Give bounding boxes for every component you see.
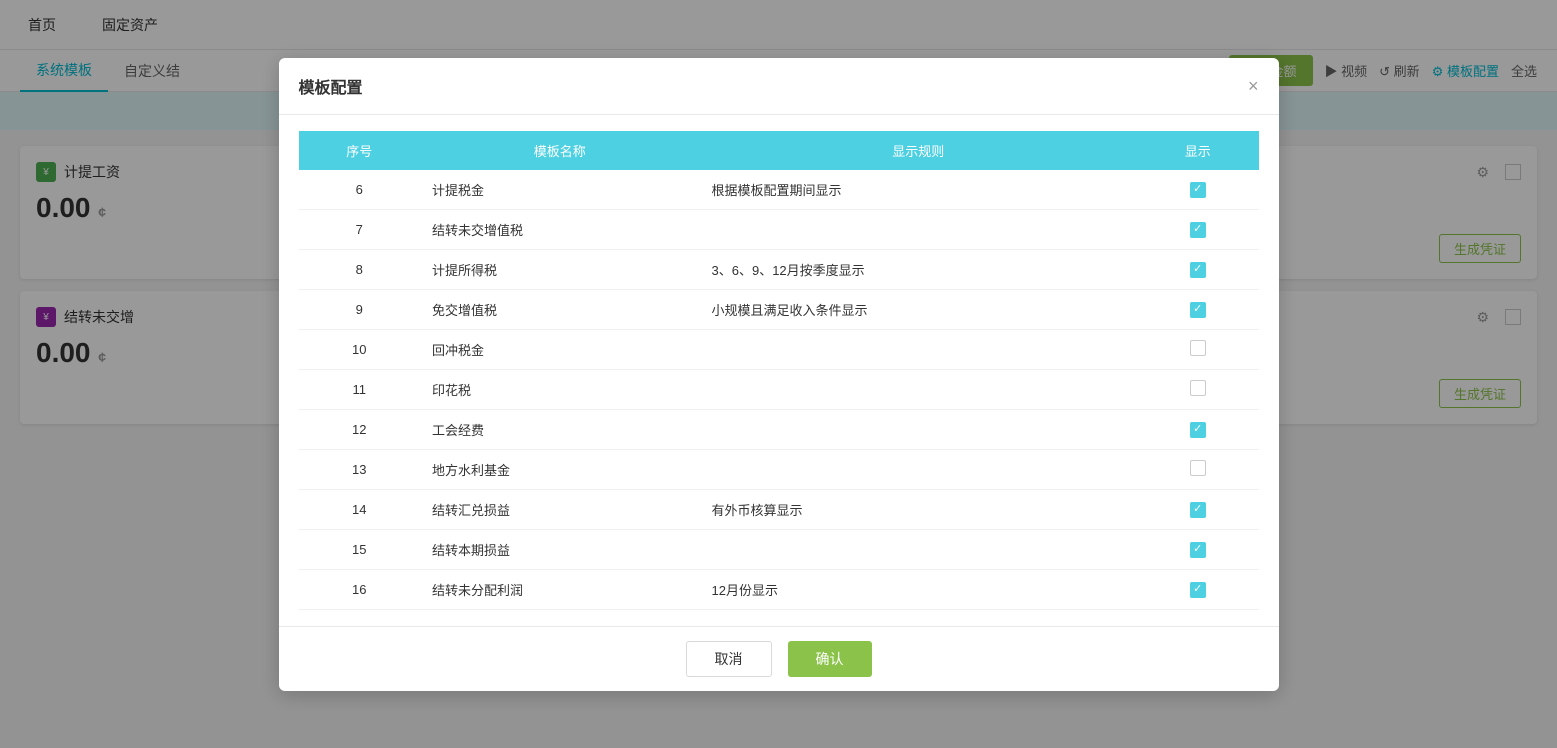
checkbox-1[interactable] — [1190, 222, 1206, 238]
cell-rule-8: 有外币核算显示 — [700, 489, 1137, 529]
confirm-button[interactable]: 确认 — [788, 641, 872, 677]
cell-no-3: 9 — [299, 289, 421, 329]
cell-rule-5 — [700, 369, 1137, 409]
table-row: 10回冲税金 — [299, 329, 1259, 369]
cell-rule-10: 12月份显示 — [700, 569, 1137, 609]
cell-name-0: 计提税金 — [420, 170, 699, 210]
checkbox-5[interactable] — [1190, 380, 1206, 396]
cell-no-6: 12 — [299, 409, 421, 449]
cell-name-7: 地方水利基金 — [420, 449, 699, 489]
cell-no-9: 15 — [299, 529, 421, 569]
cell-check-3 — [1137, 289, 1259, 329]
cell-rule-3: 小规模且满足收入条件显示 — [700, 289, 1137, 329]
table-row: 9免交增值税小规模且满足收入条件显示 — [299, 289, 1259, 329]
cell-check-2 — [1137, 249, 1259, 289]
cell-no-4: 10 — [299, 329, 421, 369]
table-row: 16结转未分配利润12月份显示 — [299, 569, 1259, 609]
cell-check-1 — [1137, 209, 1259, 249]
col-header-no: 序号 — [299, 131, 421, 170]
cell-name-6: 工会经费 — [420, 409, 699, 449]
table-row: 6计提税金根据模板配置期间显示 — [299, 170, 1259, 210]
cell-name-2: 计提所得税 — [420, 249, 699, 289]
checkbox-9[interactable] — [1190, 542, 1206, 558]
checkbox-7[interactable] — [1190, 460, 1206, 476]
cell-check-7 — [1137, 449, 1259, 489]
col-header-rule: 显示规则 — [700, 131, 1137, 170]
col-header-display: 显示 — [1137, 131, 1259, 170]
cell-name-4: 回冲税金 — [420, 329, 699, 369]
cell-check-6 — [1137, 409, 1259, 449]
cell-rule-9 — [700, 529, 1137, 569]
cell-name-1: 结转未交增值税 — [420, 209, 699, 249]
checkbox-6[interactable] — [1190, 422, 1206, 438]
cell-no-5: 11 — [299, 369, 421, 409]
modal-overlay: 模板配置 × 序号 模板名称 显示规则 显示 6计提税金根据模板配置期间显示7结… — [0, 0, 1557, 748]
cell-check-0 — [1137, 170, 1259, 210]
modal-body: 序号 模板名称 显示规则 显示 6计提税金根据模板配置期间显示7结转未交增值税8… — [279, 115, 1279, 626]
table-row: 11印花税 — [299, 369, 1259, 409]
cell-name-3: 免交增值税 — [420, 289, 699, 329]
cell-rule-7 — [700, 449, 1137, 489]
modal-close-button[interactable]: × — [1248, 77, 1259, 95]
cell-rule-6 — [700, 409, 1137, 449]
table-row: 15结转本期损益 — [299, 529, 1259, 569]
cell-rule-0: 根据模板配置期间显示 — [700, 170, 1137, 210]
cell-check-9 — [1137, 529, 1259, 569]
table-header-row: 序号 模板名称 显示规则 显示 — [299, 131, 1259, 170]
table-body: 6计提税金根据模板配置期间显示7结转未交增值税8计提所得税3、6、9、12月按季… — [299, 170, 1259, 610]
cell-rule-2: 3、6、9、12月按季度显示 — [700, 249, 1137, 289]
cell-no-2: 8 — [299, 249, 421, 289]
checkbox-8[interactable] — [1190, 502, 1206, 518]
table-row: 7结转未交增值税 — [299, 209, 1259, 249]
checkbox-3[interactable] — [1190, 302, 1206, 318]
cell-check-4 — [1137, 329, 1259, 369]
checkbox-4[interactable] — [1190, 340, 1206, 356]
table-row: 12工会经费 — [299, 409, 1259, 449]
cell-rule-1 — [700, 209, 1137, 249]
config-table: 序号 模板名称 显示规则 显示 6计提税金根据模板配置期间显示7结转未交增值税8… — [299, 131, 1259, 610]
cell-no-1: 7 — [299, 209, 421, 249]
modal-title: 模板配置 — [299, 74, 363, 98]
checkbox-0[interactable] — [1190, 182, 1206, 198]
cell-name-5: 印花税 — [420, 369, 699, 409]
checkbox-10[interactable] — [1190, 582, 1206, 598]
cell-no-0: 6 — [299, 170, 421, 210]
cell-no-7: 13 — [299, 449, 421, 489]
cell-no-10: 16 — [299, 569, 421, 609]
cancel-button[interactable]: 取消 — [686, 641, 772, 677]
col-header-name: 模板名称 — [420, 131, 699, 170]
modal-template-config: 模板配置 × 序号 模板名称 显示规则 显示 6计提税金根据模板配置期间显示7结… — [279, 58, 1279, 691]
modal-header: 模板配置 × — [279, 58, 1279, 115]
cell-check-10 — [1137, 569, 1259, 609]
cell-check-5 — [1137, 369, 1259, 409]
cell-name-9: 结转本期损益 — [420, 529, 699, 569]
table-row: 13地方水利基金 — [299, 449, 1259, 489]
cell-no-8: 14 — [299, 489, 421, 529]
checkbox-2[interactable] — [1190, 262, 1206, 278]
modal-footer: 取消 确认 — [279, 626, 1279, 691]
cell-check-8 — [1137, 489, 1259, 529]
cell-name-10: 结转未分配利润 — [420, 569, 699, 609]
table-row: 8计提所得税3、6、9、12月按季度显示 — [299, 249, 1259, 289]
cell-name-8: 结转汇兑损益 — [420, 489, 699, 529]
cell-rule-4 — [700, 329, 1137, 369]
table-row: 14结转汇兑损益有外币核算显示 — [299, 489, 1259, 529]
